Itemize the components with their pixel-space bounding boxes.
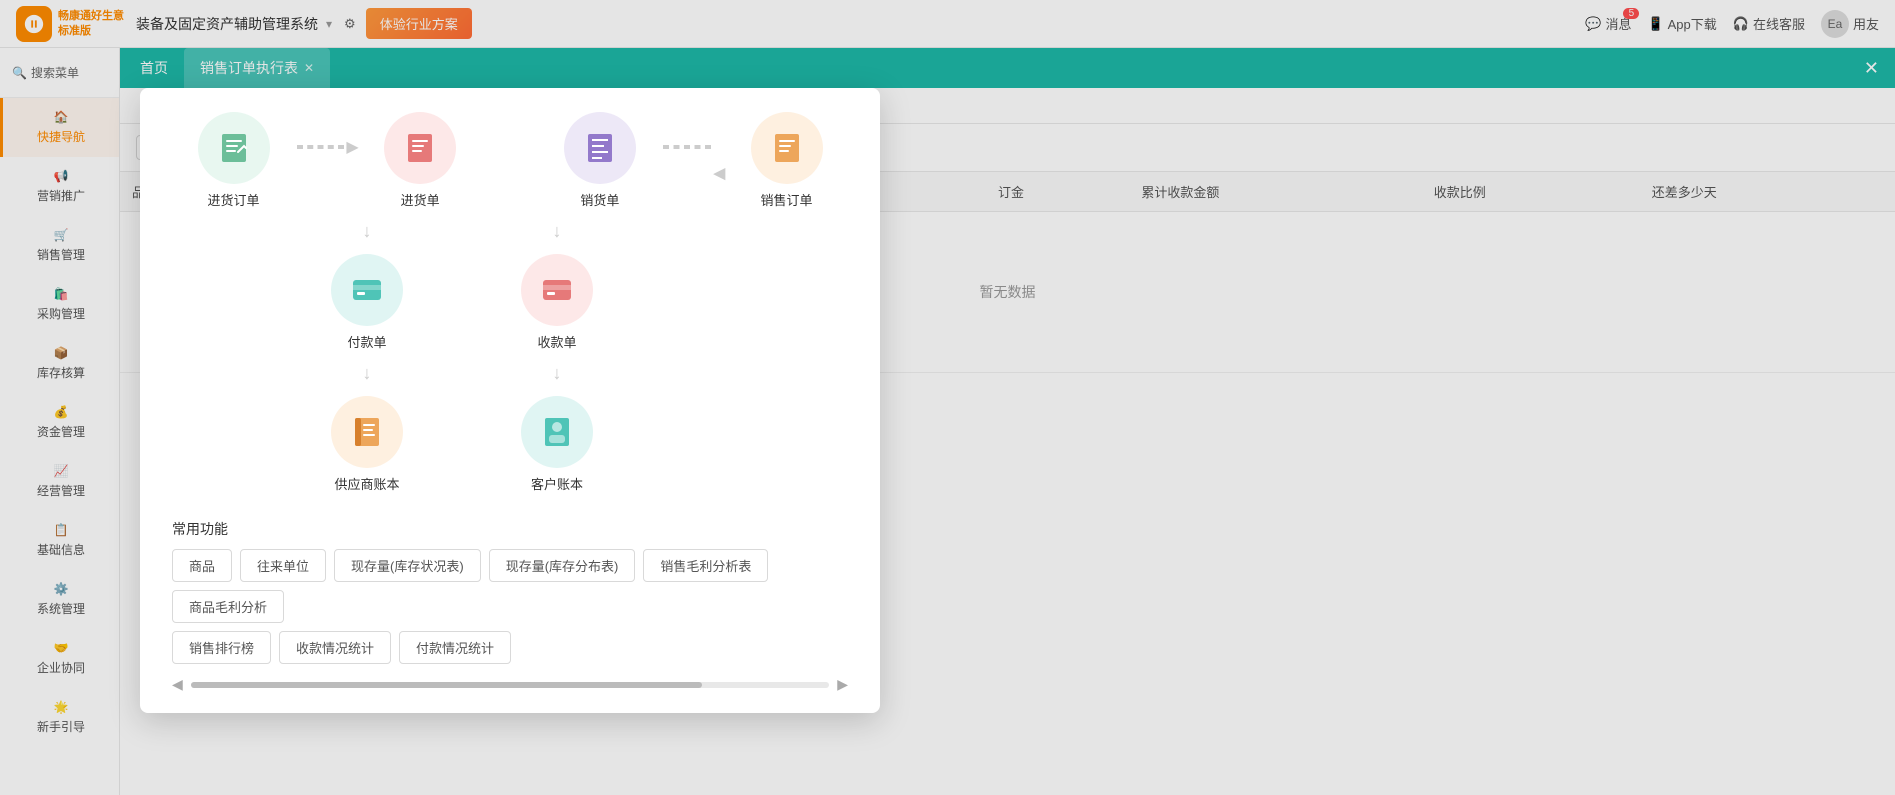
scrollbar-hint: ◀ ▶ bbox=[172, 676, 848, 693]
flow-row-arrows-2: ↓ ↓ bbox=[302, 361, 848, 386]
down-arrow-sales: ↓ bbox=[492, 221, 622, 242]
purchase-bill-label: 进货单 bbox=[401, 190, 440, 209]
arrow-sales-bill-from-order bbox=[663, 145, 710, 177]
func-btn-sales-margin[interactable]: 销售毛利分析表 bbox=[643, 549, 768, 582]
purchase-order-label: 进货订单 bbox=[207, 190, 259, 209]
func-btn-sales-ranking[interactable]: 销售排行榜 bbox=[172, 631, 271, 664]
flow-node-payment[interactable]: 付款单 bbox=[302, 254, 432, 351]
arrow-purchase-order-to-bill bbox=[297, 145, 344, 177]
customer-ledger-label: 客户账本 bbox=[531, 474, 583, 493]
flow-node-supplier-ledger[interactable]: 供应商账本 bbox=[302, 396, 432, 493]
payment-circle bbox=[331, 254, 403, 326]
func-btn-inventory-dist[interactable]: 现存量(库存分布表) bbox=[489, 549, 636, 582]
sales-bill-label: 销货单 bbox=[580, 190, 619, 209]
func-btn-product[interactable]: 商品 bbox=[172, 549, 232, 582]
arrow-head-1: ▶ bbox=[346, 137, 358, 185]
flow-node-sales-order[interactable]: 销售订单 bbox=[725, 112, 848, 209]
arrow-head-2: ▶ bbox=[713, 137, 725, 185]
flow-node-purchase-bill[interactable]: 进货单 bbox=[359, 112, 482, 209]
flow-diagram: 进货订单 ▶ bbox=[172, 112, 848, 503]
purchase-order-circle bbox=[198, 112, 270, 184]
scroll-track bbox=[191, 682, 829, 688]
flow-node-receipt[interactable]: 收款单 bbox=[492, 254, 622, 351]
flow-row-arrows: ↓ ↓ bbox=[302, 219, 848, 244]
common-functions-title: 常用功能 bbox=[172, 519, 848, 539]
supplier-ledger-circle bbox=[331, 396, 403, 468]
scroll-right-arrow[interactable]: ▶ bbox=[837, 676, 848, 693]
func-btn-payment-stats[interactable]: 付款情况统计 bbox=[399, 631, 511, 664]
quick-guide-popup: 进货订单 ▶ bbox=[140, 88, 880, 713]
scroll-left-arrow[interactable]: ◀ bbox=[172, 676, 183, 693]
func-buttons-row-1: 商品 往来单位 现存量(库存状况表) 现存量(库存分布表) 销售毛利分析表 商品… bbox=[172, 549, 848, 623]
down-arrow-purchase: ↓ bbox=[302, 221, 432, 242]
supplier-ledger-label: 供应商账本 bbox=[334, 474, 399, 493]
sales-order-circle bbox=[751, 112, 823, 184]
flow-row-3: 供应商账本 客户账本 bbox=[172, 396, 848, 493]
func-buttons-row-2: 销售排行榜 收款情况统计 付款情况统计 bbox=[172, 631, 848, 664]
sales-bill-circle bbox=[564, 112, 636, 184]
customer-ledger-circle bbox=[521, 396, 593, 468]
func-btn-inventory-status[interactable]: 现存量(库存状况表) bbox=[334, 549, 481, 582]
flow-node-sales-bill[interactable]: 销货单 bbox=[538, 112, 661, 209]
sales-order-label: 销售订单 bbox=[761, 190, 813, 209]
down-arrow-payment: ↓ bbox=[302, 363, 432, 384]
down-arrow-receipt: ↓ bbox=[492, 363, 622, 384]
flow-node-customer-ledger[interactable]: 客户账本 bbox=[492, 396, 622, 493]
scroll-thumb bbox=[191, 682, 702, 688]
purchase-bill-circle bbox=[384, 112, 456, 184]
flow-row-1: 进货订单 ▶ bbox=[172, 112, 848, 209]
common-functions: 常用功能 商品 往来单位 现存量(库存状况表) 现存量(库存分布表) 销售毛利分… bbox=[172, 519, 848, 664]
receipt-circle bbox=[521, 254, 593, 326]
flow-row-2: 付款单 收款单 bbox=[172, 254, 848, 351]
receipt-label: 收款单 bbox=[537, 332, 576, 351]
flow-node-purchase-order[interactable]: 进货订单 bbox=[172, 112, 295, 209]
func-btn-counterparty[interactable]: 往来单位 bbox=[240, 549, 326, 582]
func-btn-product-margin[interactable]: 商品毛利分析 bbox=[172, 590, 284, 623]
payment-label: 付款单 bbox=[347, 332, 386, 351]
func-btn-receipt-stats[interactable]: 收款情况统计 bbox=[279, 631, 391, 664]
